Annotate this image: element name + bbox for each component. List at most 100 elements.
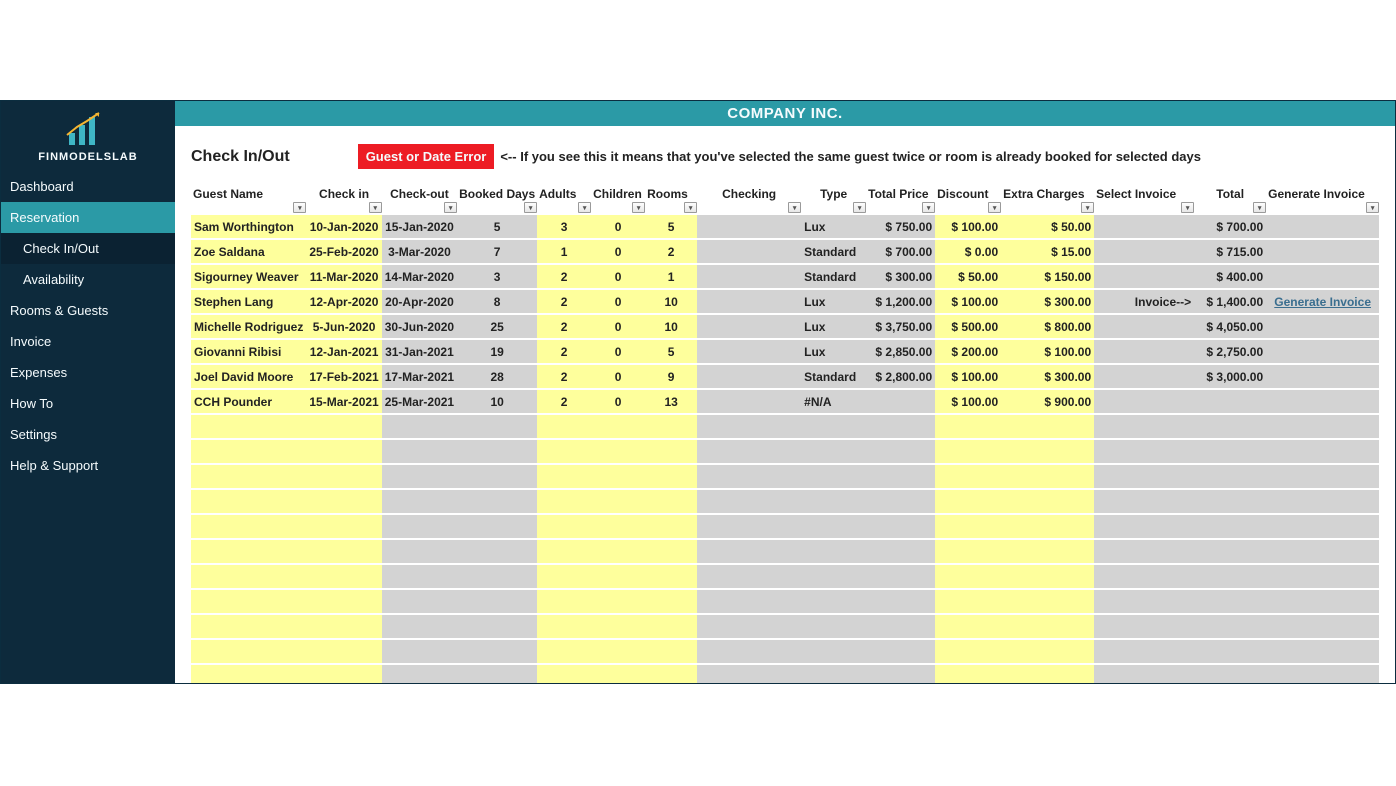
- col-extra-charges[interactable]: Extra Charges ▾: [1001, 183, 1094, 213]
- dropdown-icon[interactable]: ▾: [1253, 202, 1266, 213]
- col-checking[interactable]: Checking ▾: [697, 183, 801, 213]
- cell-adults[interactable]: 1: [537, 238, 591, 263]
- empty-cell[interactable]: [306, 638, 381, 663]
- cell-extra-charges[interactable]: $ 100.00: [1001, 338, 1094, 363]
- sidebar-item-invoice[interactable]: Invoice: [1, 326, 175, 357]
- sidebar-item-settings[interactable]: Settings: [1, 419, 175, 450]
- empty-cell[interactable]: [591, 538, 645, 563]
- cell-check-in[interactable]: 17-Feb-2021: [306, 363, 381, 388]
- dropdown-icon[interactable]: ▾: [369, 202, 382, 213]
- empty-cell[interactable]: [191, 413, 306, 438]
- empty-cell[interactable]: [935, 513, 1001, 538]
- col-rooms[interactable]: Rooms ▾: [645, 183, 697, 213]
- empty-cell[interactable]: [537, 513, 591, 538]
- sidebar-item-dashboard[interactable]: Dashboard: [1, 171, 175, 202]
- cell-guest-name[interactable]: Michelle Rodriguez: [191, 313, 306, 338]
- col-check-in[interactable]: Check in ▾: [306, 183, 381, 213]
- cell-discount[interactable]: $ 100.00: [935, 363, 1001, 388]
- cell-extra-charges[interactable]: $ 50.00: [1001, 213, 1094, 238]
- empty-cell[interactable]: [537, 638, 591, 663]
- empty-cell[interactable]: [191, 613, 306, 638]
- dropdown-icon[interactable]: ▾: [1181, 202, 1194, 213]
- empty-cell[interactable]: [645, 438, 697, 463]
- empty-cell[interactable]: [1001, 438, 1094, 463]
- empty-cell[interactable]: [537, 663, 591, 683]
- empty-cell[interactable]: [306, 513, 381, 538]
- col-guest[interactable]: Guest Name ▾: [191, 183, 306, 213]
- cell-guest-name[interactable]: Joel David Moore: [191, 363, 306, 388]
- dropdown-icon[interactable]: ▾: [988, 202, 1001, 213]
- dropdown-icon[interactable]: ▾: [524, 202, 537, 213]
- empty-cell[interactable]: [935, 663, 1001, 683]
- cell-check-in[interactable]: 12-Jan-2021: [306, 338, 381, 363]
- empty-cell[interactable]: [1001, 513, 1094, 538]
- cell-children[interactable]: 0: [591, 213, 645, 238]
- empty-cell[interactable]: [1001, 613, 1094, 638]
- col-check-out[interactable]: Check-out ▾: [382, 183, 457, 213]
- empty-cell[interactable]: [191, 663, 306, 683]
- empty-cell[interactable]: [537, 438, 591, 463]
- empty-cell[interactable]: [591, 588, 645, 613]
- empty-cell[interactable]: [537, 563, 591, 588]
- sidebar-item-how-to[interactable]: How To: [1, 388, 175, 419]
- cell-adults[interactable]: 2: [537, 263, 591, 288]
- cell-adults[interactable]: 2: [537, 288, 591, 313]
- col-children[interactable]: Children ▾: [591, 183, 645, 213]
- empty-cell[interactable]: [591, 563, 645, 588]
- cell-adults[interactable]: 2: [537, 388, 591, 413]
- empty-cell[interactable]: [591, 488, 645, 513]
- empty-cell[interactable]: [1001, 413, 1094, 438]
- empty-cell[interactable]: [645, 588, 697, 613]
- cell-rooms[interactable]: 5: [645, 213, 697, 238]
- dropdown-icon[interactable]: ▾: [293, 202, 306, 213]
- empty-cell[interactable]: [935, 538, 1001, 563]
- sidebar-item-rooms-guests[interactable]: Rooms & Guests: [1, 295, 175, 326]
- col-adults[interactable]: Adults ▾: [537, 183, 591, 213]
- cell-guest-name[interactable]: Sam Worthington: [191, 213, 306, 238]
- col-select-invoice[interactable]: Select Invoice ▾: [1094, 183, 1194, 213]
- cell-rooms[interactable]: 2: [645, 238, 697, 263]
- cell-check-in[interactable]: 25-Feb-2020: [306, 238, 381, 263]
- cell-discount[interactable]: $ 100.00: [935, 388, 1001, 413]
- cell-rooms[interactable]: 10: [645, 313, 697, 338]
- cell-extra-charges[interactable]: $ 15.00: [1001, 238, 1094, 263]
- empty-cell[interactable]: [591, 613, 645, 638]
- dropdown-icon[interactable]: ▾: [684, 202, 697, 213]
- empty-cell[interactable]: [1001, 538, 1094, 563]
- empty-cell[interactable]: [191, 638, 306, 663]
- col-type[interactable]: Type ▾: [801, 183, 866, 213]
- generate-invoice-link[interactable]: Generate Invoice: [1274, 295, 1371, 309]
- sidebar-item-availability[interactable]: Availability: [1, 264, 175, 295]
- cell-discount[interactable]: $ 200.00: [935, 338, 1001, 363]
- empty-cell[interactable]: [645, 563, 697, 588]
- empty-cell[interactable]: [935, 413, 1001, 438]
- col-total[interactable]: Total ▾: [1194, 183, 1266, 213]
- empty-cell[interactable]: [191, 588, 306, 613]
- cell-discount[interactable]: $ 0.00: [935, 238, 1001, 263]
- cell-extra-charges[interactable]: $ 150.00: [1001, 263, 1094, 288]
- empty-cell[interactable]: [645, 413, 697, 438]
- cell-guest-name[interactable]: Zoe Saldana: [191, 238, 306, 263]
- empty-cell[interactable]: [191, 488, 306, 513]
- col-discount[interactable]: Discount ▾: [935, 183, 1001, 213]
- cell-rooms[interactable]: 5: [645, 338, 697, 363]
- empty-cell[interactable]: [935, 613, 1001, 638]
- cell-extra-charges[interactable]: $ 300.00: [1001, 288, 1094, 313]
- empty-cell[interactable]: [591, 463, 645, 488]
- col-total-price[interactable]: Total Price ▾: [866, 183, 935, 213]
- empty-cell[interactable]: [191, 438, 306, 463]
- cell-adults[interactable]: 2: [537, 338, 591, 363]
- cell-children[interactable]: 0: [591, 288, 645, 313]
- dropdown-icon[interactable]: ▾: [922, 202, 935, 213]
- cell-check-in[interactable]: 15-Mar-2021: [306, 388, 381, 413]
- empty-cell[interactable]: [537, 588, 591, 613]
- cell-check-in[interactable]: 11-Mar-2020: [306, 263, 381, 288]
- empty-cell[interactable]: [591, 663, 645, 683]
- empty-cell[interactable]: [306, 463, 381, 488]
- cell-rooms[interactable]: 13: [645, 388, 697, 413]
- empty-cell[interactable]: [645, 513, 697, 538]
- cell-discount[interactable]: $ 50.00: [935, 263, 1001, 288]
- cell-extra-charges[interactable]: $ 900.00: [1001, 388, 1094, 413]
- empty-cell[interactable]: [537, 613, 591, 638]
- dropdown-icon[interactable]: ▾: [1081, 202, 1094, 213]
